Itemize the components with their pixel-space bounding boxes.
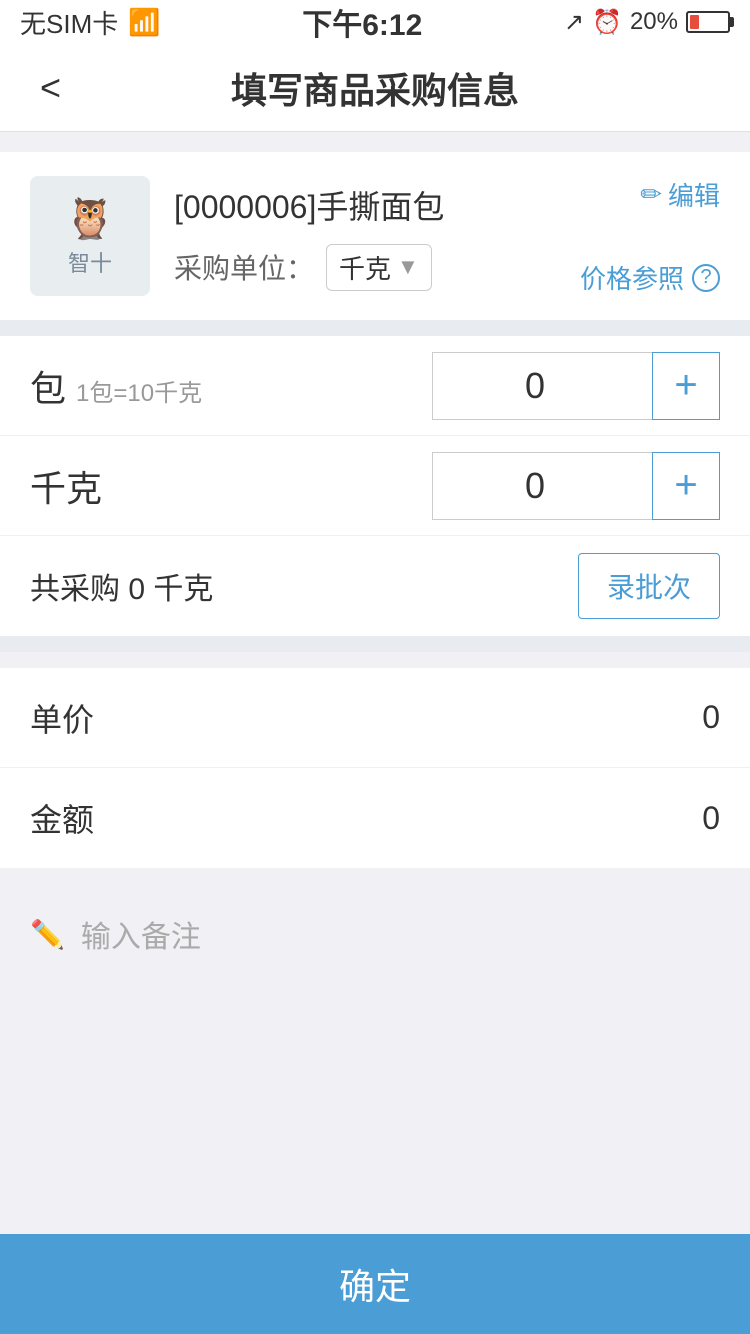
time-label: 下午6:12 xyxy=(302,0,422,44)
confirm-bar[interactable]: 确定 xyxy=(0,1234,750,1334)
location-icon: ↗ xyxy=(564,8,584,37)
bag-quantity-input[interactable] xyxy=(432,352,652,420)
edit-label: 编辑 xyxy=(668,176,720,213)
kg-plus-button[interactable]: + xyxy=(652,452,720,520)
kg-quantity-input[interactable] xyxy=(432,452,652,520)
product-thumb-owl: 🦉 xyxy=(65,195,115,242)
confirm-button-label: 确定 xyxy=(339,1258,411,1310)
amount-row: 金额 0 xyxy=(0,768,750,868)
quantity-row-kg: 千克 + xyxy=(0,436,750,536)
status-bar-right: ↗ ⏰ 20% xyxy=(564,8,730,37)
amount-label: 金额 xyxy=(30,795,94,841)
kg-label: 千克 xyxy=(30,460,102,512)
unit-value: 千克 xyxy=(339,249,391,286)
help-icon: ? xyxy=(692,264,720,292)
edit-button[interactable]: ✏ 编辑 xyxy=(640,176,720,213)
unit-label: 采购单位： xyxy=(174,247,314,287)
alarm-icon: ⏰ xyxy=(592,8,622,37)
battery-percent: 20% xyxy=(630,8,678,36)
unit-select[interactable]: 千克 ▼ xyxy=(326,244,432,291)
product-thumb-label: 智十 xyxy=(68,246,112,278)
remark-section[interactable]: ✏️ 输入备注 xyxy=(0,884,750,984)
status-bar-left: 无SIM卡 📶 xyxy=(20,4,161,41)
kg-label-group: 千克 xyxy=(30,460,432,512)
wifi-icon: 📶 xyxy=(128,7,160,38)
carrier-label: 无SIM卡 xyxy=(20,4,118,41)
batch-button[interactable]: 录批次 xyxy=(578,553,720,619)
kg-input-group: + xyxy=(432,452,720,520)
price-section: 单价 0 金额 0 xyxy=(0,668,750,868)
chevron-down-icon: ▼ xyxy=(397,254,419,280)
back-button[interactable]: < xyxy=(30,57,71,119)
price-ref-label: 价格参照 xyxy=(580,259,684,296)
bag-sublabel: 1包=10千克 xyxy=(76,373,202,408)
product-card: 🦉 智十 [0000006]手撕面包 采购单位： 千克 ▼ ✏ 编辑 价格参照 … xyxy=(0,152,750,320)
bag-plus-button[interactable]: + xyxy=(652,352,720,420)
product-name: [0000006]手撕面包 xyxy=(174,182,720,228)
status-bar: 无SIM卡 📶 下午6:12 ↗ ⏰ 20% xyxy=(0,0,750,44)
unit-price-value: 0 xyxy=(702,699,720,736)
summary-text: 共采购 0 千克 xyxy=(30,564,213,608)
quantity-section: 包 1包=10千克 + 千克 + xyxy=(0,336,750,536)
section-divider-2 xyxy=(0,636,750,652)
remark-placeholder: 输入备注 xyxy=(81,912,201,956)
summary-row: 共采购 0 千克 录批次 xyxy=(0,536,750,636)
section-divider-1 xyxy=(0,320,750,336)
bag-label-group: 包 1包=10千克 xyxy=(30,360,432,412)
pencil-icon: ✏️ xyxy=(30,918,65,951)
page-title: 填写商品采购信息 xyxy=(231,62,519,114)
nav-bar: < 填写商品采购信息 xyxy=(0,44,750,132)
unit-price-label: 单价 xyxy=(30,695,94,741)
edit-icon: ✏ xyxy=(640,179,662,210)
product-thumbnail: 🦉 智十 xyxy=(30,176,150,296)
quantity-row-bag: 包 1包=10千克 + xyxy=(0,336,750,436)
unit-price-row: 单价 0 xyxy=(0,668,750,768)
amount-value: 0 xyxy=(702,800,720,837)
battery-icon xyxy=(686,11,730,33)
price-ref-button[interactable]: 价格参照 ? xyxy=(580,259,720,296)
bag-label: 包 xyxy=(30,360,66,412)
bag-input-group: + xyxy=(432,352,720,420)
top-divider xyxy=(0,132,750,152)
